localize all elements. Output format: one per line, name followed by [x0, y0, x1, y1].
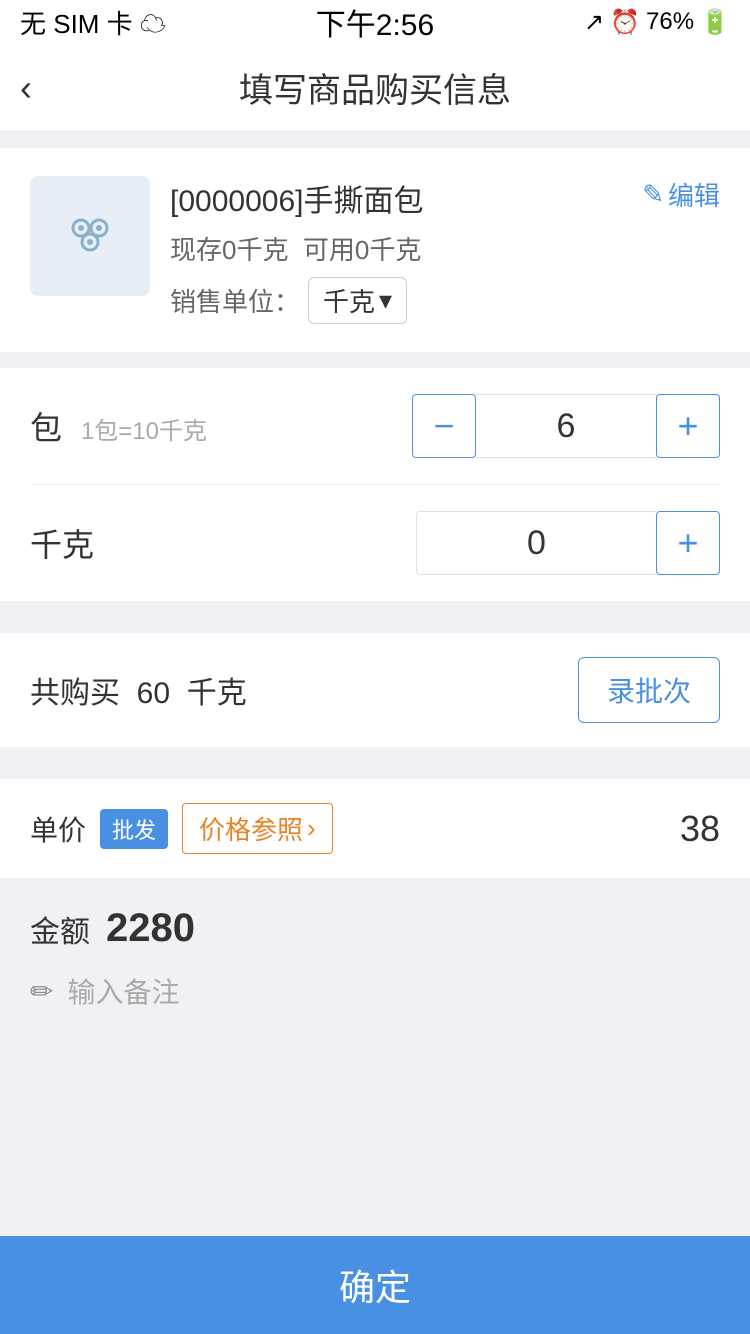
battery-text: 76%: [646, 8, 694, 36]
product-image: [30, 176, 150, 296]
kg-qty-control: +: [416, 511, 720, 575]
product-unit-row: 销售单位： 千克 ▾: [170, 277, 622, 324]
package-label: 包 1包=10千克: [30, 403, 412, 449]
price-section: 单价 批发 价格参照 › 38: [0, 779, 750, 878]
status-bar: 无 SIM 卡 ☁ 下午2:56 ↗ ⏰ 76% 🔋: [0, 0, 750, 44]
total-section: 共购买 60 千克 录批次: [0, 633, 750, 747]
edit-icon: ✎: [642, 179, 664, 210]
dropdown-arrow-icon: ▾: [379, 285, 392, 316]
total-text: 共购买 60 千克: [30, 668, 247, 712]
price-row: 单价 批发 价格参照 › 38: [30, 803, 720, 854]
page-title: 填写商品购买信息: [239, 63, 511, 112]
product-section: [0000006]手撕面包 现存0千克 可用0千克 销售单位： 千克 ▾ ✎ 编…: [0, 148, 750, 352]
note-row[interactable]: ✏ 输入备注: [30, 971, 720, 1011]
package-qty-control: − +: [412, 394, 720, 458]
quantity-section: 包 1包=10千克 − + 千克 +: [0, 368, 750, 601]
price-label: 单价: [30, 809, 86, 849]
divider-1: [0, 352, 750, 368]
location-icon: ↗: [584, 8, 604, 37]
kg-label: 千克: [30, 520, 416, 566]
divider-2: [0, 601, 750, 617]
nav-bar: ‹ 填写商品购买信息: [0, 44, 750, 132]
batch-button[interactable]: 录批次: [578, 657, 720, 723]
confirm-bar[interactable]: 确定: [0, 1236, 750, 1334]
package-hint: 1包=10千克: [81, 418, 207, 445]
sim-text: 无 SIM 卡 ☁: [20, 4, 166, 41]
unit-dropdown[interactable]: 千克 ▾: [308, 277, 407, 324]
package-minus-button[interactable]: −: [412, 394, 476, 458]
kg-plus-button[interactable]: +: [656, 511, 720, 575]
price-ref-arrow-icon: ›: [307, 813, 316, 844]
note-placeholder: 输入备注: [67, 971, 179, 1011]
price-value: 38: [680, 808, 720, 850]
product-info: [0000006]手撕面包 现存0千克 可用0千克 销售单位： 千克 ▾: [170, 176, 622, 324]
note-edit-icon: ✏: [30, 975, 53, 1008]
status-left: 无 SIM 卡 ☁: [20, 4, 166, 41]
price-type-badge: 批发: [100, 809, 168, 849]
battery-icon: 🔋: [700, 8, 730, 37]
status-right: ↗ ⏰ 76% 🔋: [584, 8, 730, 37]
kg-row: 千克 +: [30, 485, 720, 601]
product-stock: 现存0千克 可用0千克: [170, 230, 622, 267]
status-time: 下午2:56: [316, 0, 434, 44]
alarm-icon: ⏰: [610, 8, 640, 37]
amount-section: 金额 2280 ✏ 输入备注: [0, 878, 750, 1031]
back-button[interactable]: ‹: [20, 67, 32, 109]
package-qty-input[interactable]: [476, 394, 656, 458]
amount-label: 金额: [30, 907, 90, 951]
divider-3: [0, 747, 750, 763]
confirm-button[interactable]: 确定: [339, 1259, 411, 1311]
price-reference-button[interactable]: 价格参照 ›: [182, 803, 333, 854]
package-plus-button[interactable]: +: [656, 394, 720, 458]
kg-qty-input[interactable]: [416, 511, 656, 575]
package-row: 包 1包=10千克 − +: [30, 368, 720, 485]
edit-button[interactable]: ✎ 编辑: [642, 176, 720, 213]
product-name: [0000006]手撕面包: [170, 176, 622, 220]
amount-value: 2280: [106, 906, 195, 951]
amount-row: 金额 2280: [30, 906, 720, 951]
